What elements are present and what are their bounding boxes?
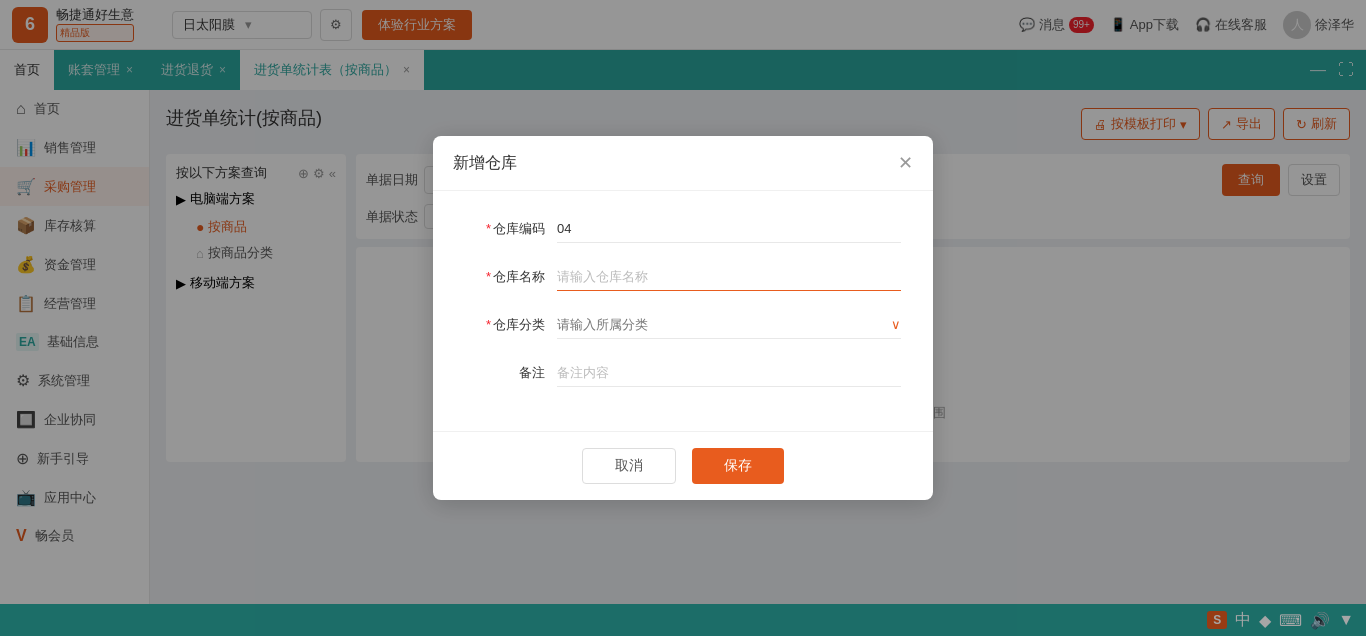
form-row-note: 备注 [465, 359, 901, 387]
name-label: 仓库名称 [465, 268, 545, 286]
dialog-body: 仓库编码 仓库名称 仓库分类 ∨ 备注 [433, 191, 933, 431]
note-label: 备注 [465, 364, 545, 382]
dialog-footer: 取消 保存 [433, 431, 933, 500]
form-row-code: 仓库编码 [465, 215, 901, 243]
note-input[interactable] [557, 359, 901, 387]
new-warehouse-dialog: 新增仓库 ✕ 仓库编码 仓库名称 仓库分类 ∨ 备注 [433, 136, 933, 500]
dialog-header: 新增仓库 ✕ [433, 136, 933, 191]
form-row-category: 仓库分类 ∨ [465, 311, 901, 339]
save-button[interactable]: 保存 [692, 448, 784, 484]
form-row-name: 仓库名称 [465, 263, 901, 291]
category-label: 仓库分类 [465, 316, 545, 334]
name-input[interactable] [557, 263, 901, 291]
category-select[interactable]: ∨ [557, 311, 901, 339]
category-input[interactable] [557, 317, 891, 332]
dialog-title: 新增仓库 [453, 153, 517, 174]
code-input[interactable] [557, 215, 901, 243]
cancel-button[interactable]: 取消 [582, 448, 676, 484]
dialog-overlay: 新增仓库 ✕ 仓库编码 仓库名称 仓库分类 ∨ 备注 [0, 0, 1366, 636]
dialog-close-button[interactable]: ✕ [898, 152, 913, 174]
code-label: 仓库编码 [465, 220, 545, 238]
category-dropdown-arrow: ∨ [891, 317, 901, 332]
